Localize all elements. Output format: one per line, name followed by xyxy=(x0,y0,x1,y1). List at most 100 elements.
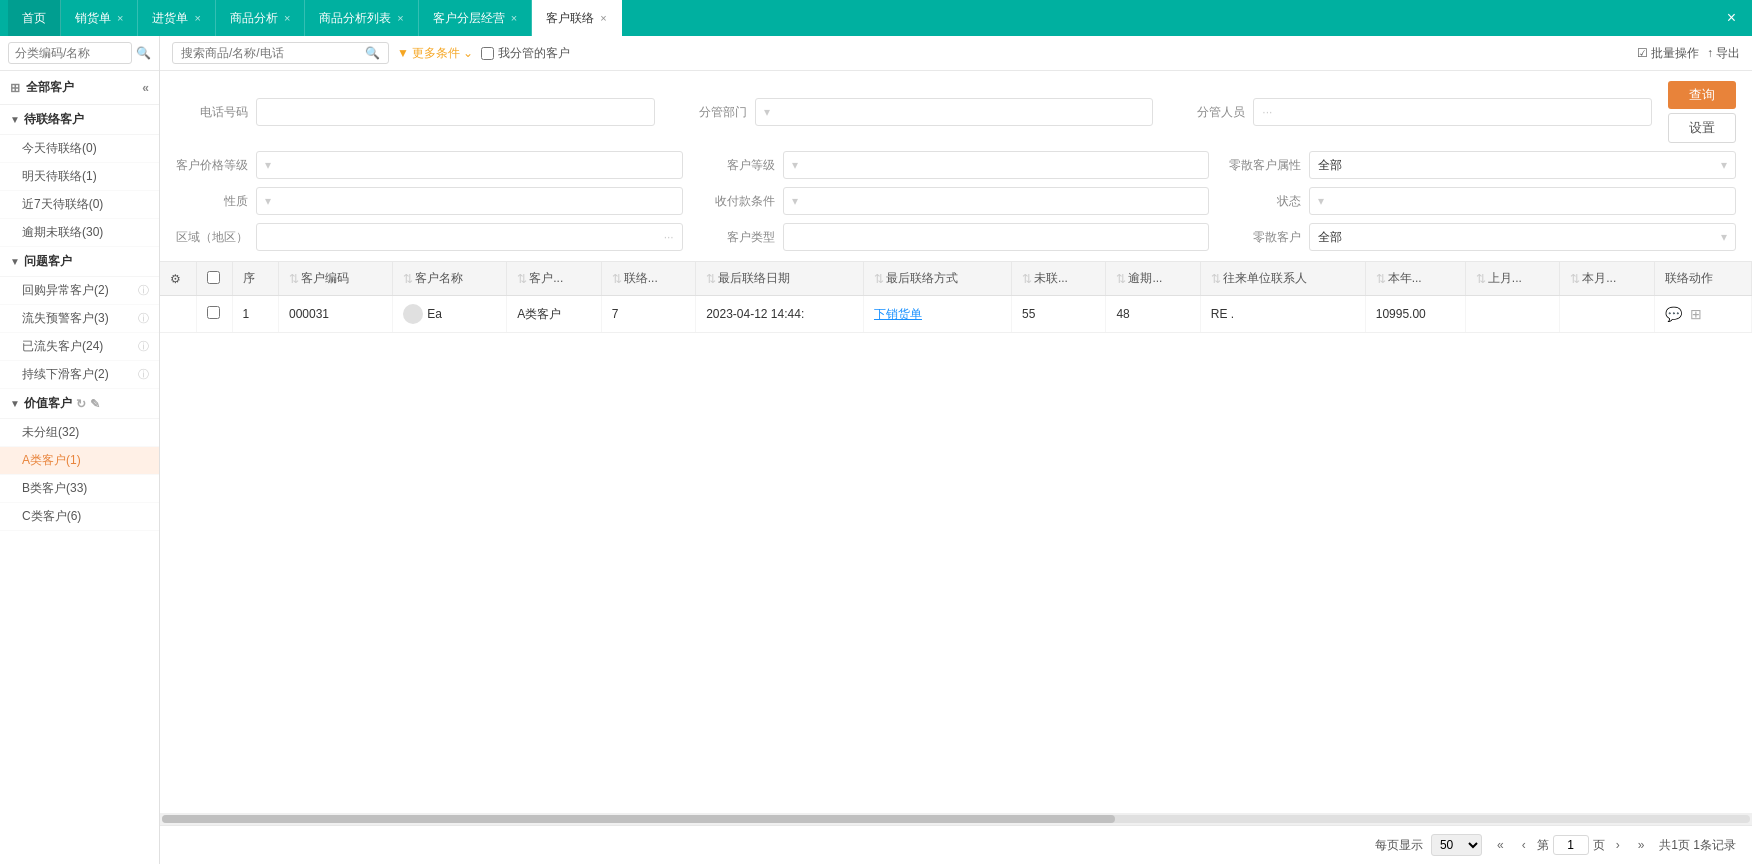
chevron-icon: ⌄ xyxy=(463,46,473,60)
close-customer-contact-tab[interactable]: × xyxy=(600,12,606,24)
export-button[interactable]: ↑ 导出 xyxy=(1707,45,1740,62)
prev-page-button[interactable]: ‹ xyxy=(1515,835,1533,855)
close-customer-layer-tab[interactable]: × xyxy=(511,12,517,24)
col-settings[interactable]: ⚙ xyxy=(160,262,196,296)
col-last-contact-date[interactable]: ⇅最后联络日期 xyxy=(696,262,864,296)
col-name[interactable]: ⇅客户名称 xyxy=(393,262,507,296)
filter-dept-input[interactable]: ▾ xyxy=(755,98,1154,126)
qr-icon[interactable]: ⊞ xyxy=(1690,306,1702,322)
filter-status-input[interactable]: ▾ xyxy=(1309,187,1736,215)
export-icon: ↑ xyxy=(1707,46,1713,60)
tab-goods-analysis-list[interactable]: 商品分析列表 × xyxy=(305,0,418,36)
arrow-down-icon-3: ▼ xyxy=(10,398,20,409)
col-level[interactable]: ⇅客户... xyxy=(507,262,601,296)
filter-search-icon[interactable]: 🔍 xyxy=(365,46,380,60)
sidebar-collapse-icon[interactable]: « xyxy=(142,81,149,95)
sidebar-item-declining[interactable]: 持续下滑客户(2) ⓘ xyxy=(0,361,159,389)
settings-icon[interactable]: ⚙ xyxy=(170,272,181,286)
filter-phone-input[interactable] xyxy=(256,98,655,126)
horizontal-scrollbar[interactable] xyxy=(160,813,1752,825)
col-no-contact-days[interactable]: ⇅未联... xyxy=(1011,262,1105,296)
sidebar-item-today-pending[interactable]: 今天待联络(0) xyxy=(0,135,159,163)
sort-icon-12: ⇅ xyxy=(1570,272,1580,286)
first-page-button[interactable]: « xyxy=(1490,835,1511,855)
next-page-button[interactable]: › xyxy=(1609,835,1627,855)
sidebar-item-week-pending[interactable]: 近7天待联络(0) xyxy=(0,191,159,219)
col-last-contact-method[interactable]: ⇅最后联络方式 xyxy=(863,262,1011,296)
tab-purchase[interactable]: 进货单 × xyxy=(138,0,215,36)
col-this-month[interactable]: ⇅本月... xyxy=(1560,262,1654,296)
tab-goods-analysis[interactable]: 商品分析 × xyxy=(216,0,305,36)
tab-sales[interactable]: 销货单 × xyxy=(61,0,138,36)
filter-search-input[interactable] xyxy=(181,46,361,60)
more-conditions-button[interactable]: ▼ 更多条件 ⌄ xyxy=(397,45,473,62)
filter-region-input[interactable]: ··· xyxy=(256,223,683,251)
customer-table: ⚙ 序 ⇅客户编码 ⇅客户名称 xyxy=(160,262,1752,333)
sidebar-item-ungrouped[interactable]: 未分组(32) xyxy=(0,419,159,447)
filter-bar: 🔍 ▼ 更多条件 ⌄ 我分管的客户 ☑ 批量操作 ↑ 导出 xyxy=(160,36,1752,71)
col-checkbox[interactable] xyxy=(196,262,232,296)
col-action: 联络动作 xyxy=(1654,262,1751,296)
last-page-button[interactable]: » xyxy=(1631,835,1652,855)
sidebar-item-repurchase-abnormal[interactable]: 回购异常客户(2) ⓘ xyxy=(0,277,159,305)
sidebar-item-c-class[interactable]: C类客户(6) xyxy=(0,503,159,531)
cell-this-year: 10995.00 xyxy=(1365,296,1465,333)
row-checkbox[interactable] xyxy=(207,306,220,319)
col-this-year[interactable]: ⇅本年... xyxy=(1365,262,1465,296)
page-navigation: « ‹ 第 页 › » xyxy=(1490,835,1651,855)
select-all-checkbox[interactable] xyxy=(207,271,220,284)
filter-search-box: 🔍 xyxy=(172,42,389,64)
value-edit-icon[interactable]: ✎ xyxy=(90,397,100,411)
sidebar-item-tomorrow-pending[interactable]: 明天待联络(1) xyxy=(0,163,159,191)
filter-person-input[interactable]: ··· xyxy=(1253,98,1652,126)
sidebar-group-problem[interactable]: ▼ 问题客户 xyxy=(0,247,159,277)
my-customers-filter[interactable]: 我分管的客户 xyxy=(481,45,570,62)
contact-method-link[interactable]: 下销货单 xyxy=(874,307,922,321)
cell-checkbox[interactable] xyxy=(196,296,232,333)
tab-customer-contact[interactable]: 客户联络 × xyxy=(532,0,621,36)
filter-retail-customer-input[interactable]: 全部 ▾ xyxy=(1309,223,1736,251)
sidebar-search-icon[interactable]: 🔍 xyxy=(136,46,151,60)
close-sales-tab[interactable]: × xyxy=(117,12,123,24)
sort-icon-7: ⇅ xyxy=(1022,272,1032,286)
value-refresh-icon[interactable]: ↻ xyxy=(76,397,86,411)
cell-name: Ea xyxy=(393,296,507,333)
sidebar-item-churn-warning[interactable]: 流失预警客户(3) ⓘ xyxy=(0,305,159,333)
col-contact-count[interactable]: ⇅联络... xyxy=(601,262,695,296)
close-purchase-tab[interactable]: × xyxy=(194,12,200,24)
scrollbar-thumb[interactable] xyxy=(162,815,1115,823)
chat-icon[interactable]: 💬 xyxy=(1665,306,1682,322)
filter-customer-level-input[interactable]: ▾ xyxy=(783,151,1210,179)
setting-button[interactable]: 设置 xyxy=(1668,113,1736,143)
filter-payment-input[interactable]: ▾ xyxy=(783,187,1210,215)
per-page-select[interactable]: 50 100 200 xyxy=(1431,834,1482,856)
filter-retail-attr-input[interactable]: 全部 ▾ xyxy=(1309,151,1736,179)
filter-nature-input[interactable]: ▾ xyxy=(256,187,683,215)
info-icon-2: ⓘ xyxy=(138,311,149,326)
window-close-button[interactable]: × xyxy=(1719,9,1744,27)
sidebar-search-input[interactable] xyxy=(8,42,132,64)
query-button[interactable]: 查询 xyxy=(1668,81,1736,109)
sidebar-group-value[interactable]: ▼ 价值客户 ↻ ✎ xyxy=(0,389,159,419)
page-number-input[interactable] xyxy=(1553,835,1589,855)
sidebar-group-pending[interactable]: ▼ 待联络客户 xyxy=(0,105,159,135)
filter-customer-type-input[interactable] xyxy=(783,223,1210,251)
col-code[interactable]: ⇅客户编码 xyxy=(279,262,393,296)
cell-last-month xyxy=(1465,296,1559,333)
sidebar-item-b-class[interactable]: B类客户(33) xyxy=(0,475,159,503)
info-icon-3: ⓘ xyxy=(138,339,149,354)
col-last-month[interactable]: ⇅上月... xyxy=(1465,262,1559,296)
close-goods-analysis-tab[interactable]: × xyxy=(284,12,290,24)
tab-home[interactable]: 首页 xyxy=(8,0,61,36)
col-index: 序 xyxy=(232,262,279,296)
col-contact-person[interactable]: ⇅往来单位联系人 xyxy=(1200,262,1365,296)
batch-op-button[interactable]: ☑ 批量操作 xyxy=(1637,45,1699,62)
sidebar-item-churned[interactable]: 已流失客户(24) ⓘ xyxy=(0,333,159,361)
col-overdue-days[interactable]: ⇅逾期... xyxy=(1106,262,1200,296)
tab-customer-layer[interactable]: 客户分层经营 × xyxy=(419,0,532,36)
my-customers-checkbox[interactable] xyxy=(481,47,494,60)
sidebar-item-a-class[interactable]: A类客户(1) xyxy=(0,447,159,475)
sidebar-item-overdue[interactable]: 逾期未联络(30) xyxy=(0,219,159,247)
filter-price-level-input[interactable]: ▾ xyxy=(256,151,683,179)
close-goods-analysis-list-tab[interactable]: × xyxy=(397,12,403,24)
